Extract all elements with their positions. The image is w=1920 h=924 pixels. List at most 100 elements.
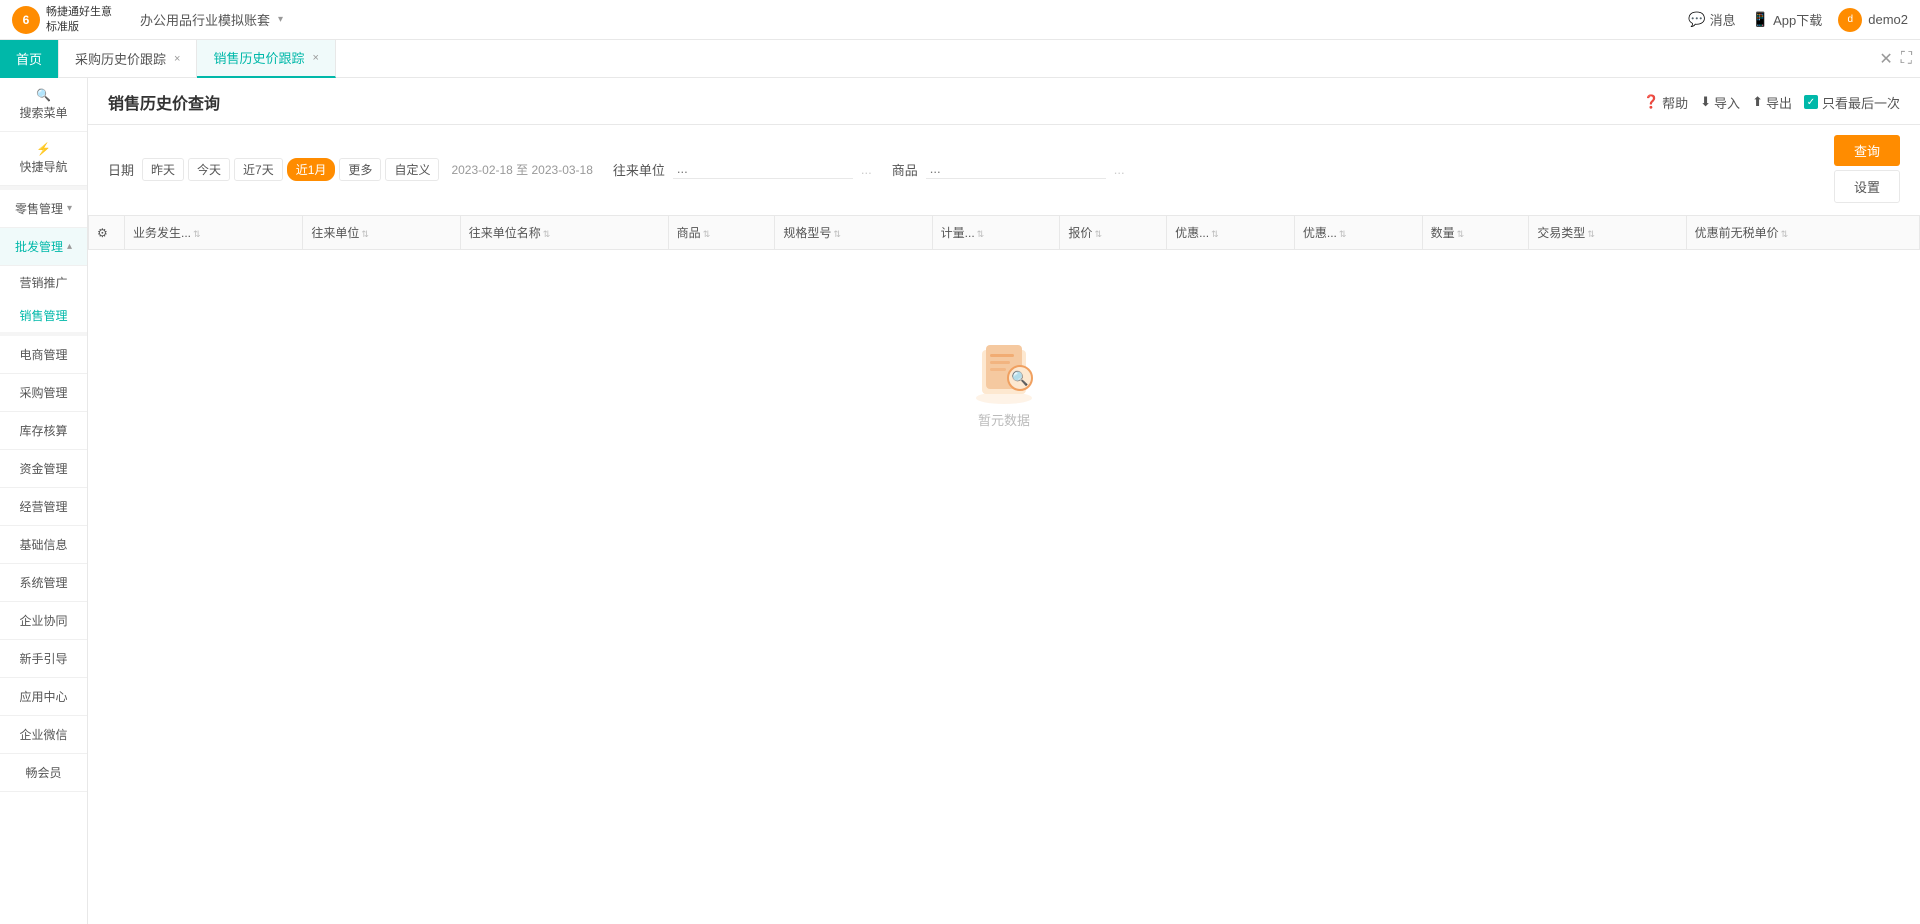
sales-history-tab-label: 销售历史价跟踪 bbox=[213, 48, 304, 67]
import-btn[interactable]: ⬇ 导入 bbox=[1700, 93, 1740, 112]
quick-nav-icon: ⚡ bbox=[36, 142, 51, 156]
product-input[interactable] bbox=[926, 159, 1106, 179]
th-partner-name[interactable]: 往来单位名称⇅ bbox=[460, 216, 668, 250]
product-dots: ... bbox=[1114, 162, 1125, 177]
inventory-label: 库存核算 bbox=[19, 422, 67, 439]
message-icon: 💬 bbox=[1688, 11, 1705, 28]
sidebar-item-enterprise-collab[interactable]: 企业协同 bbox=[0, 602, 87, 640]
page-title: 销售历史价查询 bbox=[108, 90, 220, 114]
th-trade-type[interactable]: 交易类型⇅ bbox=[1529, 216, 1686, 250]
th-biz-date[interactable]: 业务发生...⇅ bbox=[125, 216, 303, 250]
basic-info-label: 基础信息 bbox=[19, 536, 67, 553]
purchase-history-tab-close[interactable]: × bbox=[174, 53, 180, 65]
sidebar-item-sales-mgmt[interactable]: 销售管理 bbox=[0, 299, 87, 332]
help-btn[interactable]: ❓ 帮助 bbox=[1643, 93, 1688, 112]
tab-maximize-icon[interactable]: ⛶ bbox=[1901, 50, 1912, 68]
finance-label: 资金管理 bbox=[19, 460, 67, 477]
date-btn-more[interactable]: 更多 bbox=[339, 158, 381, 181]
app-download-btn[interactable]: 📱 App下载 bbox=[1752, 10, 1823, 29]
system-label: 系统管理 bbox=[19, 574, 67, 591]
sidebar-item-finance[interactable]: 资金管理 bbox=[0, 450, 87, 488]
tab-purchase-history[interactable]: 采购历史价跟踪 × bbox=[59, 40, 197, 78]
th-quantity[interactable]: 数量⇅ bbox=[1422, 216, 1529, 250]
import-icon: ⬇ bbox=[1700, 94, 1711, 110]
export-btn[interactable]: ⬆ 导出 bbox=[1752, 93, 1792, 112]
sidebar-item-app-center[interactable]: 应用中心 bbox=[0, 678, 87, 716]
tab-bar: 首页 采购历史价跟踪 × 销售历史价跟踪 × ✕ ⛶ bbox=[0, 40, 1920, 78]
sidebar-item-quick-nav[interactable]: ⚡ 快捷导航 bbox=[0, 132, 87, 186]
export-icon: ⬆ bbox=[1752, 94, 1763, 110]
quick-nav-label: 快捷导航 bbox=[19, 158, 67, 175]
user-area[interactable]: d demo2 bbox=[1838, 8, 1908, 32]
product-label: 商品 bbox=[892, 160, 918, 179]
sidebar-item-system[interactable]: 系统管理 bbox=[0, 564, 87, 602]
table-container: ⚙ 业务发生...⇅ 往来单位⇅ 往来单位名称⇅ 商品⇅ bbox=[88, 215, 1920, 924]
top-bar: 6 畅捷通好生意 标准版 办公用品行业模拟账套 ▾ 💬 消息 📱 App下载 d… bbox=[0, 0, 1920, 40]
partner-dots: ... bbox=[861, 162, 872, 177]
sidebar-item-search-menu[interactable]: 🔍 搜索菜单 bbox=[0, 78, 87, 132]
top-bar-right: 💬 消息 📱 App下载 d demo2 bbox=[1688, 8, 1908, 32]
date-btn-yesterday[interactable]: 昨天 bbox=[142, 158, 184, 181]
th-unit[interactable]: 计量...⇅ bbox=[932, 216, 1060, 250]
date-btn-today[interactable]: 今天 bbox=[188, 158, 230, 181]
th-pretax-price[interactable]: 优惠前无税单价⇅ bbox=[1686, 216, 1919, 250]
empty-state: 🔍 暂元数据 bbox=[89, 250, 1920, 509]
partner-input[interactable] bbox=[673, 159, 853, 179]
page-header-top: 销售历史价查询 ❓ 帮助 ⬇ 导入 ⬆ 导出 ✓ bbox=[108, 90, 1900, 124]
empty-state-row: 🔍 暂元数据 bbox=[89, 250, 1920, 510]
settings-button[interactable]: 设置 bbox=[1834, 170, 1900, 203]
partner-filter-group: 往来单位 ... bbox=[613, 159, 872, 179]
retail-mgmt-arrow-icon: ▾ bbox=[67, 203, 72, 214]
svg-text:🔍: 🔍 bbox=[1011, 369, 1028, 387]
sidebar-item-basic-info[interactable]: 基础信息 bbox=[0, 526, 87, 564]
sidebar-item-inventory[interactable]: 库存核算 bbox=[0, 412, 87, 450]
sidebar-item-purchase-mgmt[interactable]: 采购管理 bbox=[0, 374, 87, 412]
search-menu-label: 搜索菜单 bbox=[19, 104, 67, 121]
th-product[interactable]: 商品⇅ bbox=[668, 216, 775, 250]
only-last-area[interactable]: ✓ 只看最后一次 bbox=[1804, 93, 1900, 112]
only-last-checkbox[interactable]: ✓ bbox=[1804, 95, 1818, 109]
th-discount1[interactable]: 优惠...⇅ bbox=[1167, 216, 1295, 250]
tab-sales-history[interactable]: 销售历史价跟踪 × bbox=[197, 40, 335, 78]
query-btn-group: 查询 设置 bbox=[1834, 135, 1900, 203]
tab-home[interactable]: 首页 bbox=[0, 40, 59, 78]
sidebar-item-wholesale-mgmt[interactable]: 批发管理 ▴ bbox=[0, 228, 87, 266]
empty-illustration: 🔍 bbox=[964, 330, 1044, 410]
main-layout: 🔍 搜索菜单 ⚡ 快捷导航 零售管理 ▾ 批发管理 ▴ 营销推广 销售管理 电商… bbox=[0, 78, 1920, 924]
wholesale-mgmt-arrow-icon: ▴ bbox=[67, 241, 72, 252]
date-buttons: 昨天 今天 近7天 近1月 更多 自定义 bbox=[142, 158, 439, 181]
tab-close-all-icon[interactable]: ✕ bbox=[1879, 49, 1892, 69]
purchase-mgmt-label: 采购管理 bbox=[19, 384, 67, 401]
date-btn-1month[interactable]: 近1月 bbox=[287, 158, 336, 181]
tab-bar-actions: ✕ ⛶ bbox=[1879, 49, 1920, 69]
sidebar-item-enterprise-wechat[interactable]: 企业微信 bbox=[0, 716, 87, 754]
workspace-dropdown[interactable]: ▾ bbox=[278, 14, 283, 25]
query-button[interactable]: 查询 bbox=[1834, 135, 1900, 166]
sidebar-item-marketing[interactable]: 营销推广 bbox=[0, 266, 87, 299]
th-quote[interactable]: 报价⇅ bbox=[1060, 216, 1167, 250]
app-download-icon: 📱 bbox=[1752, 11, 1769, 28]
th-spec[interactable]: 规格型号⇅ bbox=[775, 216, 932, 250]
gear-icon[interactable]: ⚙ bbox=[97, 226, 108, 240]
date-btn-custom[interactable]: 自定义 bbox=[385, 158, 439, 181]
sidebar-item-operations[interactable]: 经营管理 bbox=[0, 488, 87, 526]
date-btn-7days[interactable]: 近7天 bbox=[234, 158, 283, 181]
user-name: demo2 bbox=[1868, 12, 1908, 27]
wholesale-mgmt-label: 批发管理 bbox=[15, 238, 63, 255]
only-last-label: 只看最后一次 bbox=[1822, 93, 1900, 112]
members-label: 畅会员 bbox=[25, 764, 61, 781]
top-bar-left: 6 畅捷通好生意 标准版 办公用品行业模拟账套 ▾ bbox=[12, 5, 283, 34]
empty-text: 暂元数据 bbox=[978, 410, 1030, 429]
message-btn[interactable]: 💬 消息 bbox=[1688, 10, 1735, 29]
th-discount2[interactable]: 优惠...⇅ bbox=[1294, 216, 1422, 250]
sidebar-item-guide[interactable]: 新手引导 bbox=[0, 640, 87, 678]
sidebar-item-retail-mgmt[interactable]: 零售管理 ▾ bbox=[0, 190, 87, 228]
th-partner-code[interactable]: 往来单位⇅ bbox=[303, 216, 460, 250]
date-range-display: 2023-02-18 至 2023-03-18 bbox=[451, 161, 592, 178]
sales-history-tab-close[interactable]: × bbox=[312, 52, 318, 64]
search-menu-icon: 🔍 bbox=[36, 88, 51, 102]
sidebar-item-members[interactable]: 畅会员 bbox=[0, 754, 87, 792]
sidebar-item-ecomm-mgmt[interactable]: 电商管理 bbox=[0, 336, 87, 374]
enterprise-wechat-label: 企业微信 bbox=[19, 726, 67, 743]
sales-history-table: ⚙ 业务发生...⇅ 往来单位⇅ 往来单位名称⇅ 商品⇅ bbox=[88, 215, 1920, 509]
